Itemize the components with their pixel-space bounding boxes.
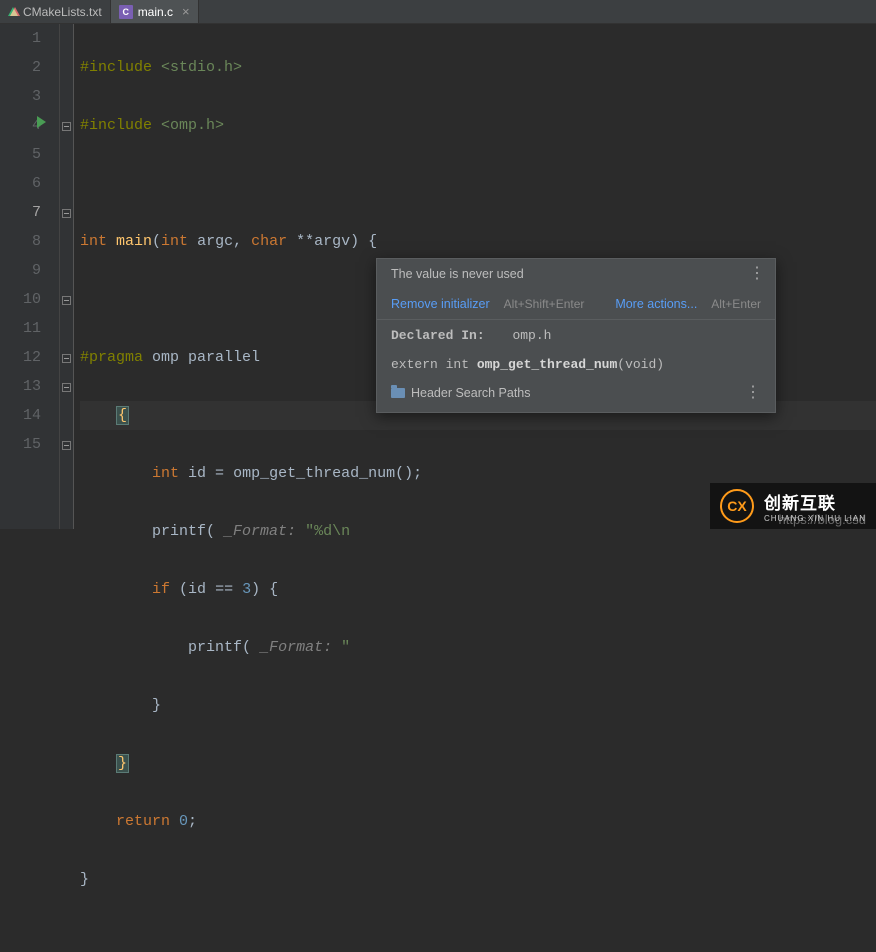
fold-toggle-icon[interactable] <box>62 441 71 450</box>
fold-toggle-icon[interactable] <box>62 122 71 131</box>
tab-label: CMakeLists.txt <box>23 5 102 19</box>
run-gutter-icon[interactable] <box>37 116 46 128</box>
more-actions-link[interactable]: More actions... <box>615 297 697 311</box>
inspection-popup: The value is never used ⋮ Remove initial… <box>376 258 776 413</box>
tab-main-c[interactable]: C main.c × <box>111 0 199 23</box>
inspection-warning: The value is never used ⋮ <box>377 259 775 289</box>
fold-toggle-icon[interactable] <box>62 209 71 218</box>
watermark-text: 创新互联 CHUANG XIN HU LIAN <box>764 489 866 523</box>
tab-label: main.c <box>138 5 173 19</box>
watermark: CX 创新互联 CHUANG XIN HU LIAN <box>710 483 876 529</box>
fold-toggle-icon[interactable] <box>62 296 71 305</box>
c-file-icon: C <box>119 5 133 19</box>
more-icon[interactable]: ⋮ <box>749 267 765 281</box>
fold-column <box>60 24 74 529</box>
watermark-logo-icon: CX <box>720 489 754 523</box>
header-search-paths-row[interactable]: Header Search Paths ⋮ <box>377 382 775 412</box>
declaration-text: extern int omp_get_thread_num(void) <box>377 351 775 382</box>
tab-bar: CMakeLists.txt C main.c × <box>0 0 876 24</box>
declared-in-row: Declared In: omp.h <box>377 319 775 351</box>
quick-fix-row: Remove initializer Alt+Shift+Enter More … <box>377 289 775 319</box>
folder-icon <box>391 388 405 398</box>
shortcut-label: Alt+Enter <box>711 297 761 311</box>
fold-toggle-icon[interactable] <box>62 383 71 392</box>
cmake-icon <box>8 7 18 16</box>
more-icon[interactable]: ⋮ <box>745 386 761 400</box>
fold-toggle-icon[interactable] <box>62 354 71 363</box>
tab-cmakelists[interactable]: CMakeLists.txt <box>0 0 111 23</box>
shortcut-label: Alt+Shift+Enter <box>504 297 585 311</box>
close-icon[interactable]: × <box>182 4 190 19</box>
line-number-gutter: 1 2 3 4 5 6 7 8 9 10 11 12 13 14 15 <box>0 24 60 529</box>
remove-initializer-action[interactable]: Remove initializer <box>391 297 490 311</box>
